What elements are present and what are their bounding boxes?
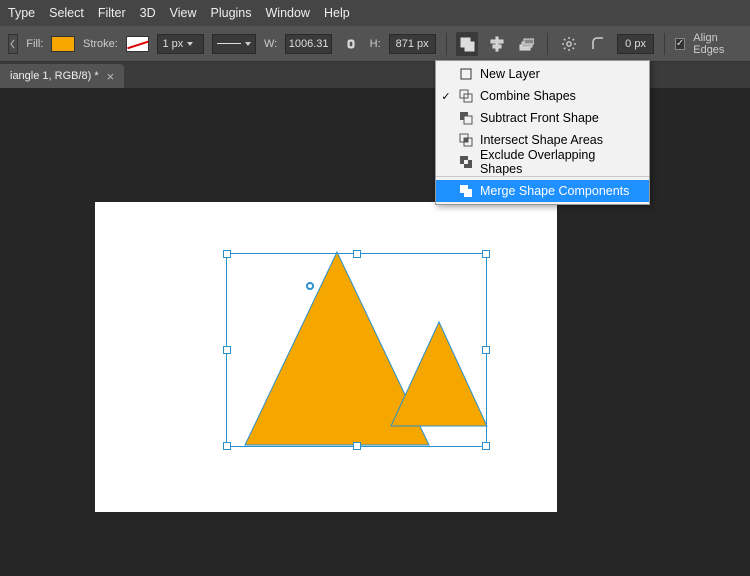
align-edges-checkbox[interactable] xyxy=(675,38,685,50)
stroke-label: Stroke: xyxy=(83,38,118,50)
separator xyxy=(664,33,665,55)
corner-radius-field[interactable]: 0 px xyxy=(617,34,654,54)
stroke-width-dropdown[interactable]: 1 px xyxy=(157,34,204,54)
menu-view[interactable]: View xyxy=(170,6,197,20)
width-field[interactable]: 1006.31 xyxy=(285,34,332,54)
fill-label: Fill: xyxy=(26,38,43,50)
resize-handle-ne[interactable] xyxy=(482,250,490,258)
document-tab-title: iangle 1, RGB/8) * xyxy=(10,70,99,82)
chevron-down-icon xyxy=(187,42,193,46)
stroke-width-value: 1 px xyxy=(162,38,183,50)
reference-point[interactable] xyxy=(306,282,314,290)
stroke-swatch[interactable] xyxy=(126,36,150,52)
menu-item-exclude[interactable]: Exclude Overlapping Shapes xyxy=(436,151,649,173)
resize-handle-w[interactable] xyxy=(223,346,231,354)
canvas[interactable] xyxy=(95,202,557,512)
check-icon: ✓ xyxy=(440,90,452,103)
menu-item-label: New Layer xyxy=(480,67,540,81)
menu-type[interactable]: Type xyxy=(8,6,35,20)
path-operations-button[interactable] xyxy=(456,32,478,56)
merge-components-icon xyxy=(458,183,474,199)
resize-handle-e[interactable] xyxy=(482,346,490,354)
menu-item-new-layer[interactable]: New Layer xyxy=(436,63,649,85)
width-label: W: xyxy=(264,38,277,50)
resize-handle-n[interactable] xyxy=(353,250,361,258)
stroke-type-dropdown[interactable] xyxy=(212,34,256,54)
path-arrangement-button[interactable] xyxy=(516,32,538,56)
fill-swatch[interactable] xyxy=(51,36,75,52)
menu-item-merge-components[interactable]: Merge Shape Components xyxy=(436,180,649,202)
menu-window[interactable]: Window xyxy=(266,6,310,20)
settings-gear-button[interactable] xyxy=(558,32,580,56)
app-menubar[interactable]: Type Select Filter 3D View Plugins Windo… xyxy=(0,0,750,26)
menu-item-label: Intersect Shape Areas xyxy=(480,133,603,147)
selection-bounding-box[interactable] xyxy=(226,253,487,447)
menu-item-subtract-front[interactable]: Subtract Front Shape xyxy=(436,107,649,129)
separator xyxy=(446,33,447,55)
menu-separator xyxy=(436,176,649,177)
new-layer-icon xyxy=(458,66,474,82)
corner-radius-icon xyxy=(588,32,610,56)
menu-item-label: Merge Shape Components xyxy=(480,184,629,198)
resize-handle-nw[interactable] xyxy=(223,250,231,258)
menu-item-label: Exclude Overlapping Shapes xyxy=(480,148,641,176)
menu-item-combine-shapes[interactable]: ✓ Combine Shapes xyxy=(436,85,649,107)
resize-handle-sw[interactable] xyxy=(223,442,231,450)
options-bar: Fill: Stroke: 1 px W: 1006.31 H: 871 px … xyxy=(0,26,750,62)
solid-line-icon xyxy=(217,43,241,44)
document-tab[interactable]: iangle 1, RGB/8) * × xyxy=(0,64,124,88)
separator xyxy=(547,33,548,55)
menu-select[interactable]: Select xyxy=(49,6,84,20)
exclude-icon xyxy=(458,154,474,170)
resize-handle-s[interactable] xyxy=(353,442,361,450)
intersect-icon xyxy=(458,132,474,148)
height-label: H: xyxy=(370,38,381,50)
menu-help[interactable]: Help xyxy=(324,6,350,20)
panel-toggle-button[interactable] xyxy=(8,34,18,54)
chevron-down-icon xyxy=(245,42,251,46)
menu-3d[interactable]: 3D xyxy=(140,6,156,20)
menu-plugins[interactable]: Plugins xyxy=(211,6,252,20)
height-field[interactable]: 871 px xyxy=(389,34,436,54)
link-wh-button[interactable] xyxy=(340,32,362,56)
menu-item-label: Combine Shapes xyxy=(480,89,576,103)
path-alignment-button[interactable] xyxy=(486,32,508,56)
align-edges-label: Align Edges xyxy=(693,32,742,56)
path-operations-menu[interactable]: New Layer ✓ Combine Shapes Subtract Fron… xyxy=(435,60,650,205)
close-tab-button[interactable]: × xyxy=(107,69,115,84)
combine-shapes-icon xyxy=(458,88,474,104)
menu-item-label: Subtract Front Shape xyxy=(480,111,599,125)
resize-handle-se[interactable] xyxy=(482,442,490,450)
menu-filter[interactable]: Filter xyxy=(98,6,126,20)
subtract-front-icon xyxy=(458,110,474,126)
